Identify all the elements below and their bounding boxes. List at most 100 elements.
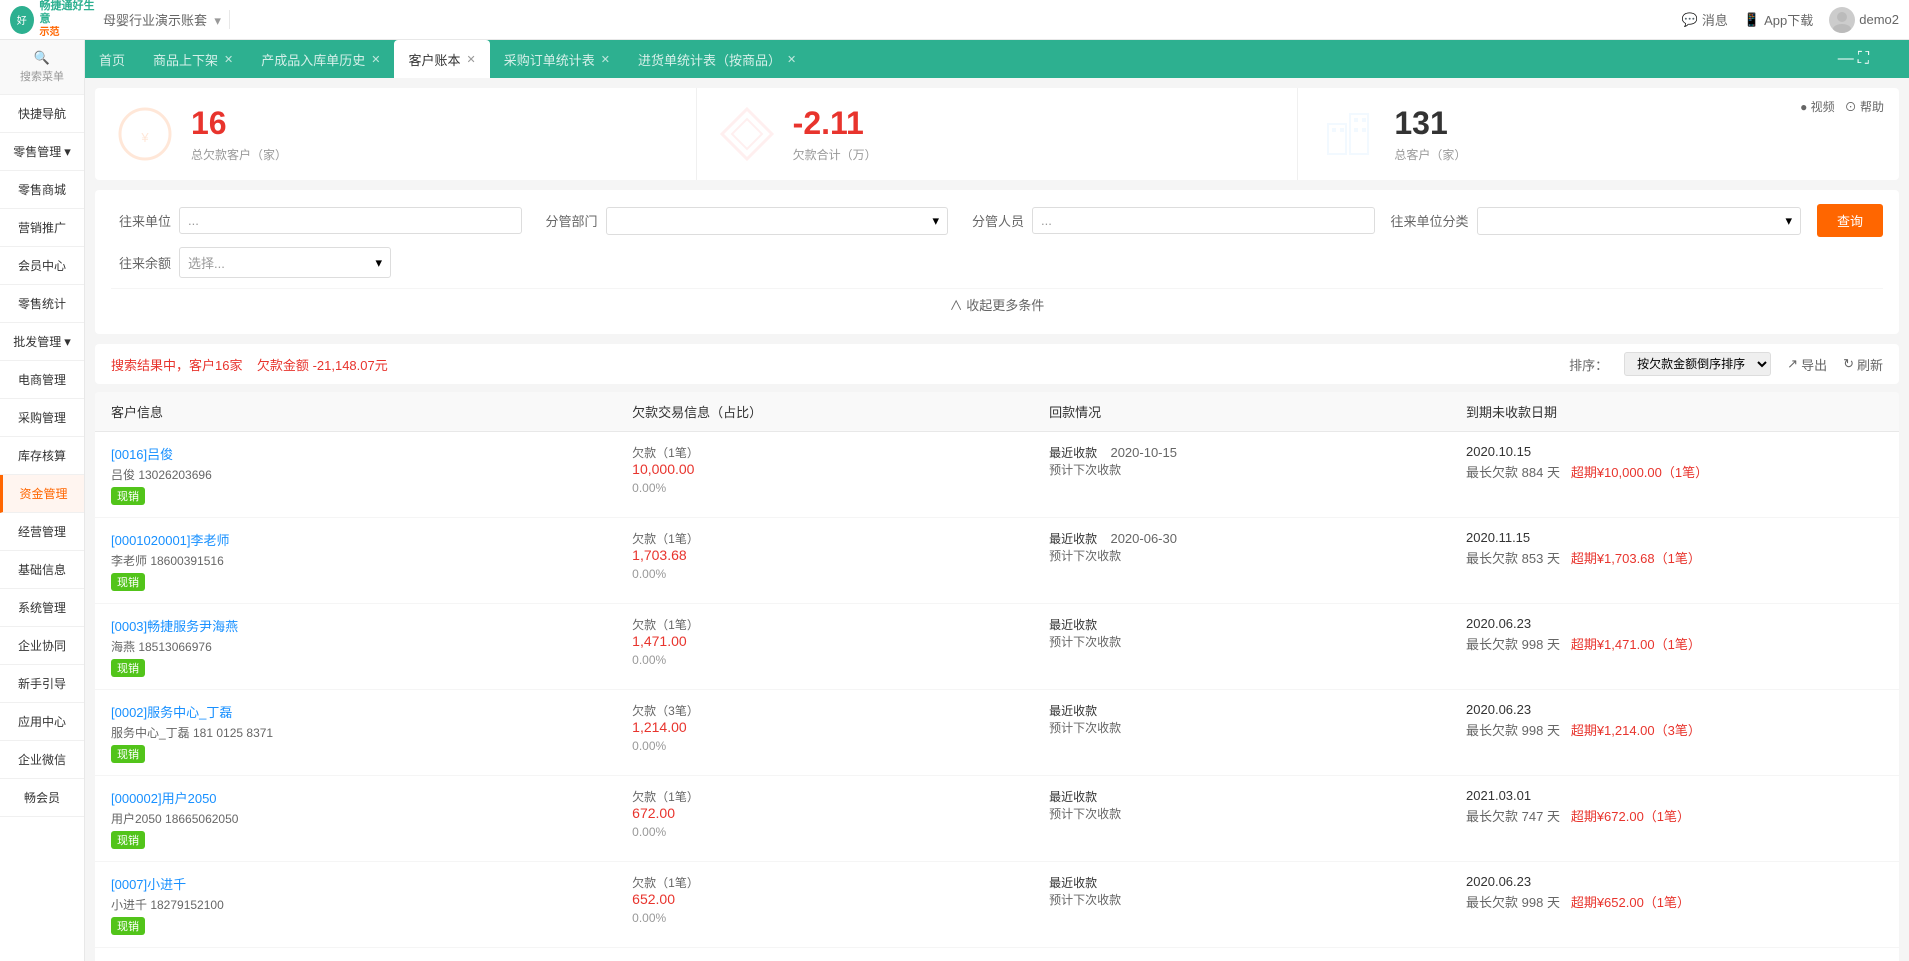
sidebar-item-member[interactable]: 会员中心 <box>0 247 84 285</box>
sidebar-item-enterprise[interactable]: 企业协同 <box>0 627 84 665</box>
search-button[interactable]: 查询 <box>1817 204 1883 237</box>
sidebar-item-wechat[interactable]: 企业微信 <box>0 741 84 779</box>
customer-phone-3: 服务中心_丁磊 181 0125 8371 <box>111 724 632 741</box>
overdue-link-4[interactable]: 超期¥672.00（1笔） <box>1571 809 1690 824</box>
sidebar-item-operation[interactable]: 经营管理 <box>0 513 84 551</box>
collection-next-2: 预计下次收款 <box>1049 633 1466 650</box>
debt-info-5: 欠款（1笔） 652.00 0.00% <box>632 874 1049 935</box>
debt-count-1: 欠款（1笔） <box>632 530 1049 547</box>
customer-name-1[interactable]: [0001020001]李老师 <box>111 530 632 549</box>
app-download-btn[interactable]: 📱 App下载 <box>1744 10 1813 29</box>
stat-card-total-customers: 131 总客户（家） ● 视频 ⊙ 帮助 <box>1298 88 1899 180</box>
debt-ratio-2: 0.00% <box>632 653 1049 667</box>
svg-text:¥: ¥ <box>140 130 149 145</box>
sidebar-item-retail-stats[interactable]: 零售统计 <box>0 285 84 323</box>
sidebar-item-retail[interactable]: 零售管理 ▾ <box>0 133 84 171</box>
customer-name-4[interactable]: [000002]用户2050 <box>111 788 632 807</box>
logo-icon: 好 <box>10 6 34 34</box>
company-selector[interactable]: 母婴行业演示账套 ▾ <box>95 10 230 29</box>
sidebar-item-guide[interactable]: 新手引导 <box>0 665 84 703</box>
unit-category-select[interactable]: ▾ <box>1477 207 1801 235</box>
due-date-5: 2020.06.23 最长欠款 998 天 超期¥652.00（1笔） <box>1466 874 1883 935</box>
export-icon: ↗ <box>1787 356 1798 372</box>
stat-info-debt-amount: -2.11 欠款合计（万） <box>793 105 877 163</box>
tab-close-product-offshelf[interactable]: ✕ <box>224 53 233 66</box>
debt-ratio-4: 0.00% <box>632 825 1049 839</box>
sort-select[interactable]: 按欠款金额倒序排序 <box>1624 352 1771 376</box>
stat-info-debt-customers: 16 总欠款客户（家） <box>191 105 287 163</box>
customer-name-2[interactable]: [0003]畅捷服务尹海燕 <box>111 616 632 635</box>
overdue-link-2[interactable]: 超期¥1,471.00（1笔） <box>1571 637 1701 652</box>
customer-name-0[interactable]: [0016]吕俊 <box>111 444 632 463</box>
debt-amount-5[interactable]: 652.00 <box>632 891 1049 907</box>
sidebar-item-finance[interactable]: 资金管理 <box>0 475 84 513</box>
debt-amount-4[interactable]: 672.00 <box>632 805 1049 821</box>
stat-card-debt-customers: ¥ 16 总欠款客户（家） <box>95 88 697 180</box>
from-unit-input[interactable]: ... <box>179 207 522 234</box>
debt-amount-3[interactable]: 1,214.00 <box>632 719 1049 735</box>
sidebar-item-stock[interactable]: 库存核算 <box>0 437 84 475</box>
col-due-date: 到期未收款日期 <box>1466 402 1883 421</box>
total-customers-value: 131 <box>1394 105 1466 142</box>
video-btn[interactable]: ● 视频 <box>1800 98 1835 115</box>
tab-close-inventory-stats[interactable]: ✕ <box>787 53 796 66</box>
sidebar-item-search[interactable]: 🔍 搜索菜单 <box>0 40 84 95</box>
sidebar-item-vip[interactable]: 畅会员 <box>0 779 84 817</box>
debt-count-0: 欠款（1笔） <box>632 444 1049 461</box>
chevron-up-icon: ∧ <box>950 298 967 313</box>
customer-name-3[interactable]: [0002]服务中心_丁磊 <box>111 702 632 721</box>
sidebar-item-purchase[interactable]: 采购管理 <box>0 399 84 437</box>
tab-minimize-btn[interactable]: — <box>1838 50 1854 68</box>
filter-row-1: 往来单位 ... 分管部门 ▾ 分管人员 <box>111 204 1883 237</box>
manager-input[interactable]: ... <box>1032 207 1375 234</box>
user-menu[interactable]: demo2 <box>1829 7 1899 33</box>
customer-name-5[interactable]: [0007]小进千 <box>111 874 632 893</box>
overdue-days-2: 最长欠款 998 天 超期¥1,471.00（1笔） <box>1466 634 1883 653</box>
collection-3: 最近收款 预计下次收款 <box>1049 702 1466 763</box>
refresh-btn[interactable]: ↻ 刷新 <box>1843 355 1883 374</box>
export-btn[interactable]: ↗ 导出 <box>1787 355 1827 374</box>
sidebar-item-marketing[interactable]: 营销推广 <box>0 209 84 247</box>
collection-next-5: 预计下次收款 <box>1049 891 1466 908</box>
overdue-link-0[interactable]: 超期¥10,000.00（1笔） <box>1571 465 1708 480</box>
debt-amount-2[interactable]: 1,471.00 <box>632 633 1049 649</box>
diamond-icon <box>717 104 777 164</box>
debt-info-4: 欠款（1笔） 672.00 0.00% <box>632 788 1049 849</box>
table-row: [0016]吕俊 吕俊 13026203696 现销 欠款（1笔） 10,000… <box>95 432 1899 518</box>
debt-ratio-3: 0.00% <box>632 739 1049 753</box>
tab-customer-account[interactable]: 客户账本 ✕ <box>394 40 489 78</box>
debt-amount-1[interactable]: 1,703.68 <box>632 547 1049 563</box>
customer-info-5: [0007]小进千 小进千 18279152100 现销 <box>111 874 632 935</box>
customer-phone-0: 吕俊 13026203696 <box>111 466 632 483</box>
sidebar-item-apps[interactable]: 应用中心 <box>0 703 84 741</box>
sidebar-item-ecom[interactable]: 电商管理 <box>0 361 84 399</box>
tab-home[interactable]: 首页 <box>85 40 139 78</box>
tab-expand-btn[interactable]: ⛶ <box>1858 50 1869 68</box>
tab-product-history[interactable]: 产成品入库单历史 ✕ <box>247 40 394 78</box>
overdue-days-5: 最长欠款 998 天 超期¥652.00（1笔） <box>1466 892 1883 911</box>
message-btn[interactable]: 💬 消息 <box>1682 10 1728 29</box>
sidebar-item-batch[interactable]: 批发管理 ▾ <box>0 323 84 361</box>
collapse-filter-btn[interactable]: ∧ 收起更多条件 <box>111 288 1883 320</box>
customer-tag-0: 现销 <box>111 487 145 505</box>
overdue-days-0: 最长欠款 884 天 超期¥10,000.00（1笔） <box>1466 462 1883 481</box>
overdue-link-1[interactable]: 超期¥1,703.68（1笔） <box>1571 551 1701 566</box>
tab-product-offshelf[interactable]: 商品上下架 ✕ <box>139 40 247 78</box>
page-content: ¥ 16 总欠款客户（家） <box>85 78 1909 961</box>
sidebar-item-retail-mall[interactable]: 零售商城 <box>0 171 84 209</box>
tab-close-purchase-order[interactable]: ✕ <box>601 53 610 66</box>
chevron-down-icon-3: ▾ <box>375 255 382 271</box>
sidebar-item-basic[interactable]: 基础信息 <box>0 551 84 589</box>
sidebar-item-system[interactable]: 系统管理 <box>0 589 84 627</box>
overdue-link-3[interactable]: 超期¥1,214.00（3笔） <box>1571 723 1701 738</box>
tab-close-product-history[interactable]: ✕ <box>371 53 380 66</box>
tab-inventory-stats[interactable]: 进货单统计表（按商品） ✕ <box>624 40 810 78</box>
overdue-link-5[interactable]: 超期¥652.00（1笔） <box>1571 895 1690 910</box>
debt-amount-0[interactable]: 10,000.00 <box>632 461 1049 477</box>
help-btn[interactable]: ⊙ 帮助 <box>1845 98 1884 115</box>
tab-close-customer-account[interactable]: ✕ <box>467 53 476 66</box>
sidebar-item-nav[interactable]: 快捷导航 <box>0 95 84 133</box>
tab-purchase-order[interactable]: 采购订单统计表 ✕ <box>490 40 624 78</box>
dept-select[interactable]: ▾ <box>606 207 949 235</box>
balance-select[interactable]: 选择... ▾ <box>179 247 391 278</box>
